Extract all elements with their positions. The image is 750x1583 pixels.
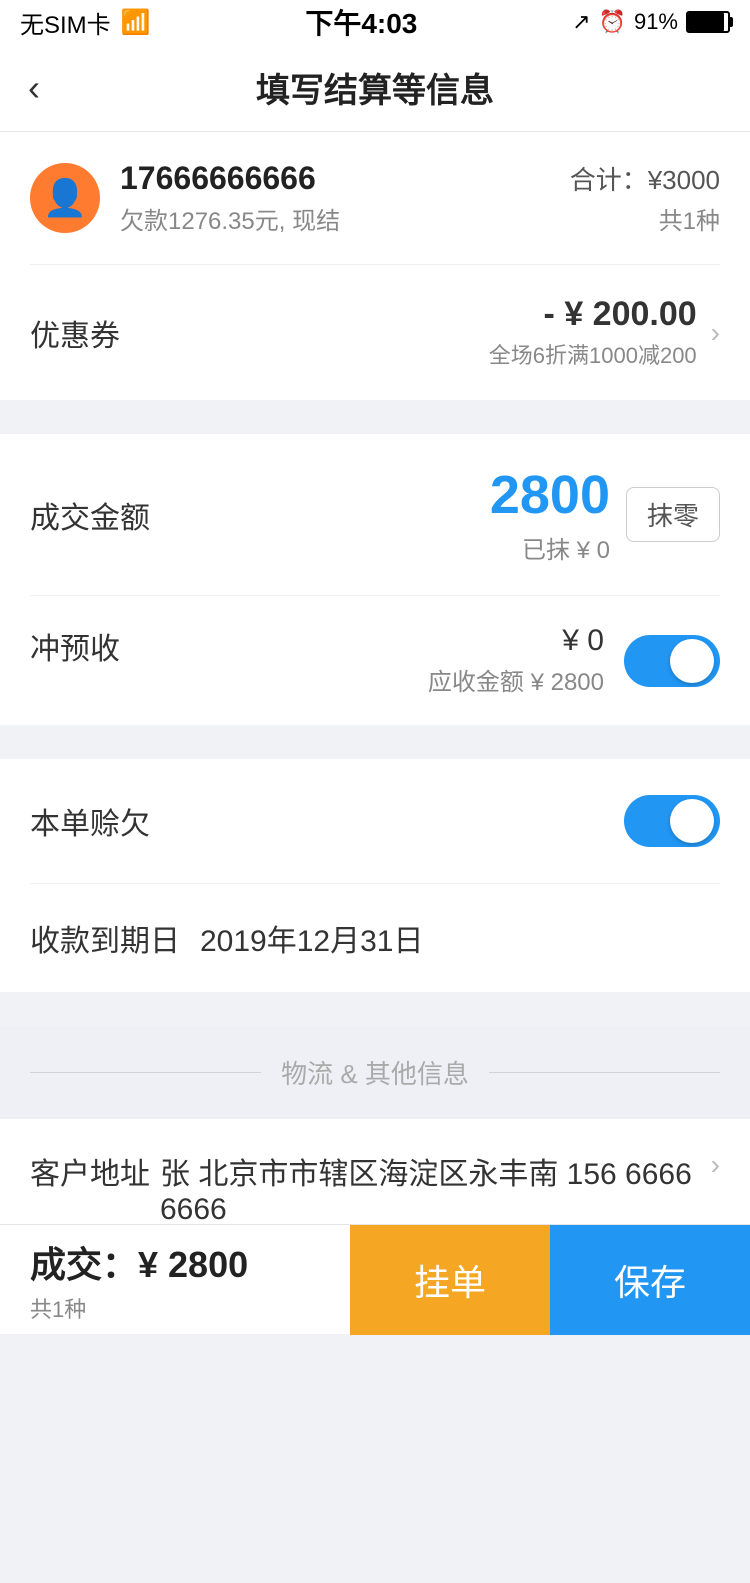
transaction-right: 2800 已抹 ¥ 0 抹零 [490, 464, 720, 565]
address-content: 张 北京市市辖区海淀区永丰南 156 6666 6666 [160, 1149, 697, 1227]
status-left: 无SIM卡 📶 [20, 5, 151, 40]
location-icon: ↗ [572, 9, 590, 35]
bottom-total-amount: ¥ 2800 [138, 1244, 248, 1285]
user-details: 17666666666 欠款1276.35元, 现结 [120, 160, 340, 236]
user-left: 👤 17666666666 欠款1276.35元, 现结 [30, 160, 340, 236]
due-date-label: 收款到期日 [30, 916, 180, 960]
prepay-amount: ¥ 0 [428, 624, 604, 658]
title-line-left [30, 1072, 261, 1073]
bottom-total-label: 成交： [30, 1244, 138, 1285]
coupon-label: 优惠券 [30, 311, 120, 355]
user-total: 合计：¥3000 共1种 [570, 160, 720, 236]
battery-percent: 91% [634, 9, 678, 35]
hang-button-label: 挂单 [414, 1254, 486, 1306]
save-button[interactable]: 保存 [550, 1225, 750, 1335]
page-title: 填写结算等信息 [256, 63, 494, 112]
status-right: ↗ ⏰ 91% [572, 9, 730, 35]
debt-toggle[interactable] [624, 795, 720, 847]
address-chevron-icon: › [711, 1149, 720, 1181]
avatar-icon: 👤 [43, 177, 88, 219]
round-zero-button[interactable]: 抹零 [626, 487, 720, 542]
sim-label: 无SIM卡 [20, 5, 111, 40]
total-label: 合计：¥3000 [570, 160, 720, 197]
prepay-sub: 应收金额 ¥ 2800 [428, 662, 604, 697]
coupon-discount: - ¥ 200.00 [489, 295, 697, 334]
bottom-count: 共1种 [30, 1292, 320, 1324]
bottom-total: 成交：¥ 2800 [30, 1236, 320, 1288]
logistics-section-title: 物流 & 其他信息 [261, 1054, 489, 1091]
prepay-label: 冲预收 [30, 624, 120, 668]
status-time: 下午4:03 [305, 2, 417, 42]
battery-icon [686, 11, 730, 33]
coupon-chevron-icon: › [711, 317, 720, 349]
gray-separator-1 [0, 416, 750, 434]
hang-button[interactable]: 挂单 [350, 1225, 550, 1335]
bottom-bar: 成交：¥ 2800 共1种 挂单 保存 [0, 1224, 750, 1334]
total-count: 共1种 [570, 201, 720, 236]
logistics-section-title-row: 物流 & 其他信息 [0, 1026, 750, 1119]
back-button[interactable]: ‹ [28, 67, 40, 109]
user-info-row: 👤 17666666666 欠款1276.35元, 现结 合计：¥3000 共1… [0, 132, 750, 264]
user-info-section: 👤 17666666666 欠款1276.35元, 现结 合计：¥3000 共1… [0, 132, 750, 400]
avatar: 👤 [30, 163, 100, 233]
alarm-icon: ⏰ [599, 9, 626, 35]
debt-section: 本单赊欠 收款到期日 2019年12月31日 [0, 759, 750, 992]
nav-bar: ‹ 填写结算等信息 [0, 44, 750, 132]
transaction-amount: 2800 [490, 464, 610, 526]
wifi-icon: 📶 [121, 8, 151, 37]
debt-label: 本单赊欠 [30, 799, 150, 843]
user-phone: 17666666666 [120, 160, 340, 197]
title-line-right [489, 1072, 720, 1073]
transaction-label: 成交金额 [30, 493, 150, 537]
debt-row: 本单赊欠 [0, 759, 750, 883]
status-bar: 无SIM卡 📶 下午4:03 ↗ ⏰ 91% [0, 0, 750, 44]
save-button-label: 保存 [614, 1254, 686, 1306]
address-label: 客户地址 [30, 1149, 160, 1193]
transaction-section: 成交金额 2800 已抹 ¥ 0 抹零 冲预收 ¥ 0 应收金额 ¥ 2800 [0, 434, 750, 725]
gray-separator-2 [0, 741, 750, 759]
transaction-row: 成交金额 2800 已抹 ¥ 0 抹零 [0, 434, 750, 595]
due-date-row: 收款到期日 2019年12月31日 [0, 884, 750, 992]
toggle-knob [670, 639, 714, 683]
coupon-right: - ¥ 200.00 全场6折满1000减200 › [489, 295, 720, 370]
prepay-amounts: ¥ 0 应收金额 ¥ 2800 [428, 624, 604, 697]
content-area: 👤 17666666666 欠款1276.35元, 现结 合计：¥3000 共1… [0, 132, 750, 1583]
user-sub-text: 欠款1276.35元, 现结 [120, 201, 340, 236]
gray-separator-3 [0, 1008, 750, 1026]
coupon-row[interactable]: 优惠券 - ¥ 200.00 全场6折满1000减200 › [0, 265, 750, 400]
bottom-summary: 成交：¥ 2800 共1种 [0, 1236, 350, 1324]
due-date-value: 2019年12月31日 [200, 916, 423, 960]
prepay-right: ¥ 0 应收金额 ¥ 2800 [428, 624, 720, 697]
prepay-row: 冲预收 ¥ 0 应收金额 ¥ 2800 [0, 596, 750, 725]
prepay-toggle[interactable] [624, 635, 720, 687]
debt-toggle-knob [670, 799, 714, 843]
coupon-desc: 全场6折满1000减200 [489, 338, 697, 370]
transaction-sub: 已抹 ¥ 0 [490, 530, 610, 565]
